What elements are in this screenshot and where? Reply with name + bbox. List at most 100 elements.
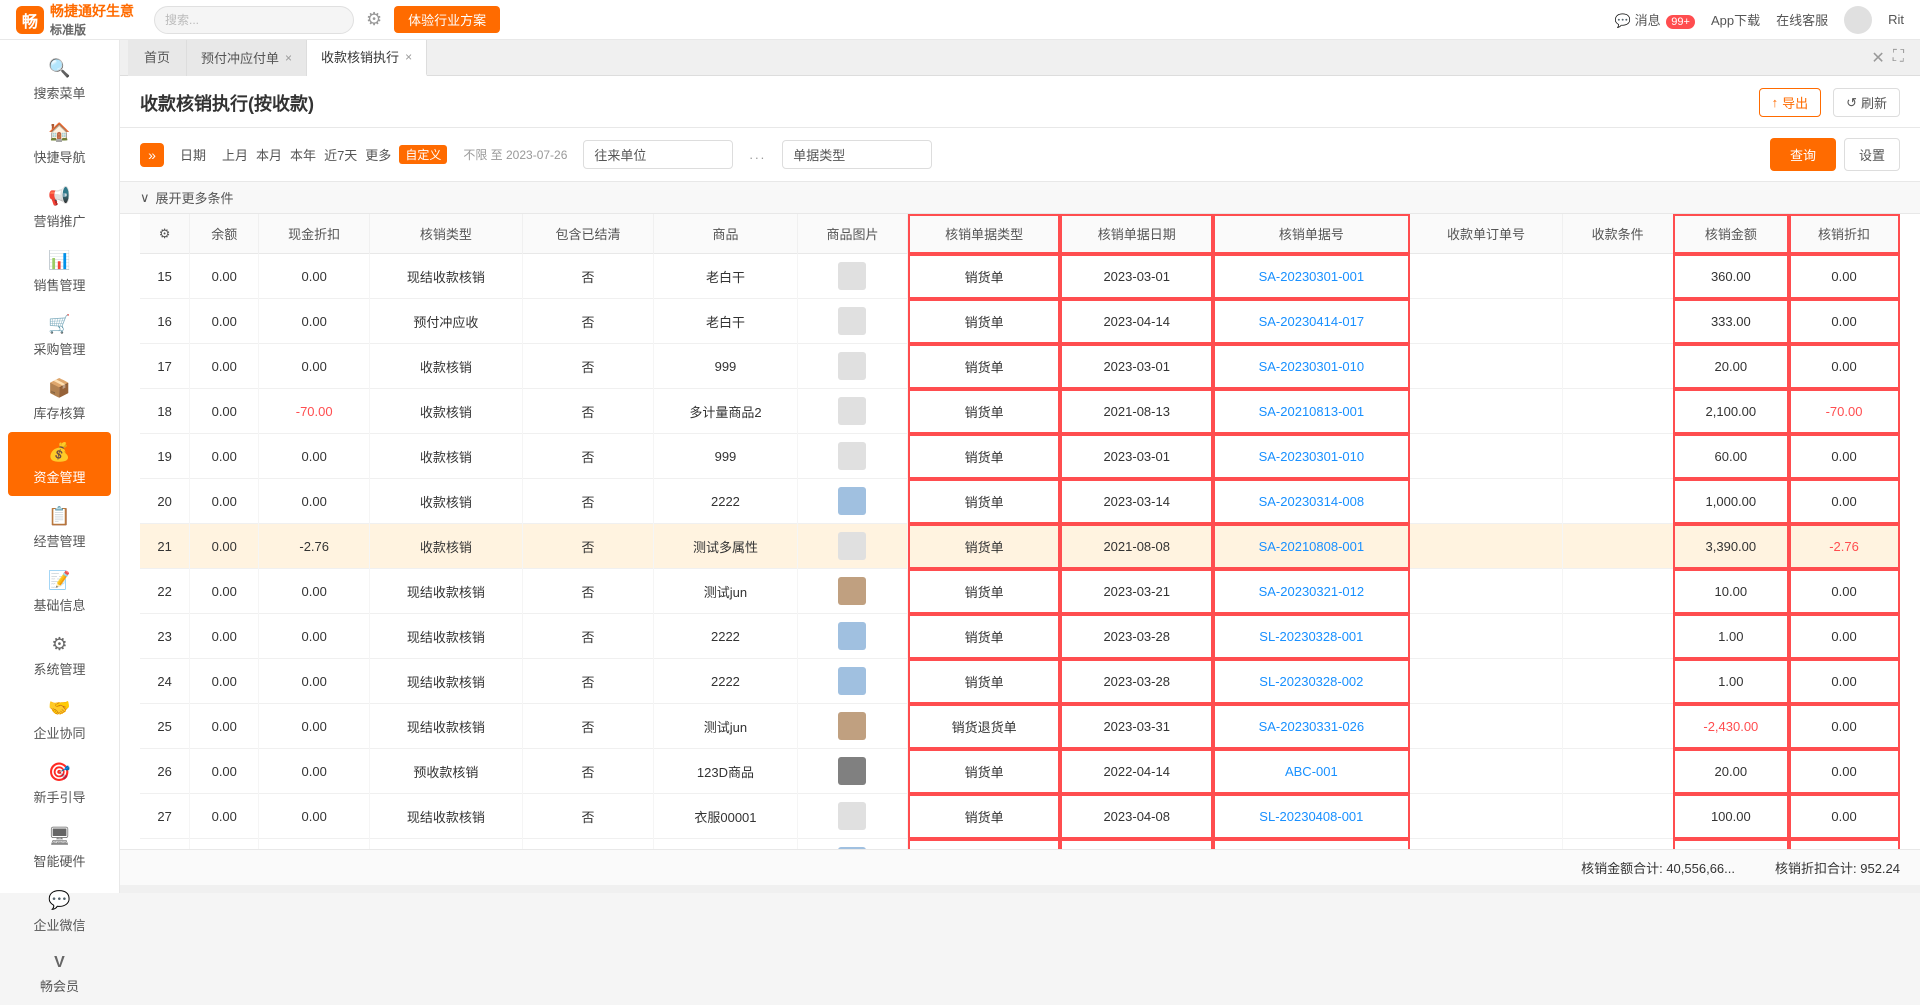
refresh-button[interactable]: ↺ 刷新 [1833, 88, 1900, 117]
cell-amount: 10.00 [1673, 569, 1789, 614]
search-icon: 🔍 [48, 58, 70, 79]
date-last-month[interactable]: 上月 [222, 145, 248, 164]
hardware-icon: 🖥 [48, 826, 71, 847]
filter-settings-button[interactable]: 设置 [1844, 138, 1900, 171]
sidebar-item-finance[interactable]: 💰 资金管理 [8, 432, 111, 496]
filter-expand-button[interactable]: » [140, 143, 164, 167]
sidebar-item-system[interactable]: ⚙ 系统管理 [0, 624, 119, 688]
cell-type: 现结收款核销 [370, 794, 523, 839]
purchase-icon: 🛒 [48, 314, 70, 335]
sidebar-item-inventory[interactable]: 📦 库存核算 [0, 368, 119, 432]
cell-doc-no[interactable]: ABC-001 [1213, 749, 1410, 794]
settings-icon[interactable]: ⚙ [366, 9, 382, 30]
sidebar-item-wechat[interactable]: 💬 企业微信 [0, 880, 119, 944]
sidebar-item-guide[interactable]: 🎯 新手引导 [0, 752, 119, 816]
cell-amount: 2,100.00 [1673, 389, 1789, 434]
expand-more-bar[interactable]: ∨ 展开更多条件 [120, 182, 1920, 214]
cell-order-no [1410, 794, 1563, 839]
from-unit-select[interactable]: 往来单位 [583, 140, 733, 169]
cell-doc-no[interactable]: SA-20230331-026 [1213, 704, 1410, 749]
cell-goods: 测试jun [654, 704, 797, 749]
sidebar-item-sales[interactable]: 📊 销售管理 [0, 240, 119, 304]
date-range: 不限 至 2023-07-26 [463, 146, 567, 163]
tab-prepay[interactable]: 预付冲应付单 × [187, 40, 307, 76]
sidebar-item-quick-nav[interactable]: 🏠 快捷导航 [0, 112, 119, 176]
cell-balance: 0.00 [190, 569, 259, 614]
tab-expand-btn[interactable]: ⛶ [1893, 48, 1904, 68]
cell-doc-date: 2023-03-28 [1060, 614, 1213, 659]
sidebar-item-search[interactable]: 🔍 搜索菜单 [0, 48, 119, 112]
col-settings[interactable]: ⚙ [140, 214, 190, 254]
date-last-7-days[interactable]: 近7天 [324, 145, 357, 164]
cell-doc-no[interactable]: SL-20230418-001 [1213, 839, 1410, 850]
cell-doc-type: 销货单 [908, 569, 1061, 614]
col-order-no-header: 收款单订单号 [1410, 214, 1563, 254]
table-settings-icon[interactable]: ⚙ [159, 226, 171, 241]
cell-goods: 多计量商品2 [654, 389, 797, 434]
horizontal-scrollbar[interactable] [120, 885, 1920, 893]
cell-doc-no[interactable]: SA-20210808-001 [1213, 524, 1410, 569]
cell-settled: 否 [522, 524, 654, 569]
cell-goods-image [797, 659, 908, 704]
export-button[interactable]: ↑ 导出 [1759, 88, 1822, 117]
cell-doc-no[interactable]: SA-20230301-010 [1213, 434, 1410, 479]
cell-doc-no[interactable]: SA-20230321-012 [1213, 569, 1410, 614]
cell-doc-no[interactable]: SA-20230301-001 [1213, 254, 1410, 299]
tab-prepay-close[interactable]: × [285, 51, 292, 65]
content-area: 首页 预付冲应付单 × 收款核销执行 × ✕ ⛶ 收款核销执行(按收款) ↑ [120, 40, 1920, 893]
cell-pay-cond [1562, 299, 1673, 344]
tab-close-all-btn[interactable]: ✕ [1871, 48, 1884, 68]
cell-pay-cond [1562, 254, 1673, 299]
date-this-year[interactable]: 本年 [290, 145, 316, 164]
goods-thumbnail [838, 352, 866, 380]
industry-solution-button[interactable]: 体验行业方案 [394, 6, 500, 33]
cell-doc-no[interactable]: SL-20230328-002 [1213, 659, 1410, 704]
notifications-btn[interactable]: 💬 消息 99+ [1615, 10, 1695, 29]
cell-goods: 老白干 [654, 299, 797, 344]
query-button[interactable]: 查询 [1770, 138, 1836, 171]
cell-doc-type: 销货单 [908, 254, 1061, 299]
sidebar-item-member[interactable]: V 畅会员 [0, 944, 119, 1005]
table-container[interactable]: ⚙ 余额 现金折扣 核销类型 包含已结清 商品 商品图片 核销单据类型 核销单据… [120, 214, 1920, 849]
tab-writeoff[interactable]: 收款核销执行 × [307, 40, 427, 76]
cell-type: 预收款核销 [370, 749, 523, 794]
avatar[interactable] [1844, 6, 1872, 34]
date-custom[interactable]: 自定义 [399, 145, 447, 164]
cell-type: 收款核销 [370, 344, 523, 389]
tab-home[interactable]: 首页 [128, 40, 187, 76]
sidebar-item-hardware[interactable]: 🖥 智能硬件 [0, 816, 119, 880]
table-footer: 核销金额合计: 40,556,66... 核销折扣合计: 952.24 [120, 849, 1920, 885]
sidebar-item-cooperation[interactable]: 🤝 企业协同 [0, 688, 119, 752]
cell-doc-no[interactable]: SA-20210813-001 [1213, 389, 1410, 434]
cell-doc-no[interactable]: SA-20230414-017 [1213, 299, 1410, 344]
col-discount-header: 核销折扣 [1789, 214, 1900, 254]
cell-order-no [1410, 704, 1563, 749]
cell-cash-discount: 0.00 [259, 794, 370, 839]
sidebar-label-hardware: 智能硬件 [33, 851, 85, 870]
sidebar-item-basic-info[interactable]: 📝 基础信息 [0, 560, 119, 624]
page-header: 收款核销执行(按收款) ↑ 导出 ↺ 刷新 [120, 76, 1920, 128]
cell-doc-no[interactable]: SA-20230314-008 [1213, 479, 1410, 524]
tab-writeoff-close[interactable]: × [405, 50, 412, 64]
tab-bar: 首页 预付冲应付单 × 收款核销执行 × ✕ ⛶ [120, 40, 1920, 76]
app-download-btn[interactable]: App下载 [1711, 10, 1760, 29]
sidebar-item-purchase[interactable]: 🛒 采购管理 [0, 304, 119, 368]
sidebar-label-quick-nav: 快捷导航 [33, 147, 85, 166]
cell-doc-no[interactable]: SL-20230328-001 [1213, 614, 1410, 659]
cell-balance: 0.00 [190, 344, 259, 389]
cell-order-no [1410, 344, 1563, 389]
sidebar-item-marketing[interactable]: 📢 营销推广 [0, 176, 119, 240]
cell-doc-no[interactable]: SA-20230301-010 [1213, 344, 1410, 389]
sidebar-item-operations[interactable]: 📋 经营管理 [0, 496, 119, 560]
cell-discount: 0.00 [1789, 344, 1900, 389]
voucher-type-select[interactable]: 单据类型 [782, 140, 932, 169]
cell-order-no [1410, 749, 1563, 794]
main-layout: 🔍 搜索菜单 🏠 快捷导航 📢 营销推广 📊 销售管理 🛒 采购管理 📦 库存核… [0, 40, 1920, 893]
date-more[interactable]: 更多 [365, 145, 391, 164]
cell-discount: 0.00 [1789, 479, 1900, 524]
cell-doc-date: 2023-03-28 [1060, 659, 1213, 704]
date-this-month[interactable]: 本月 [256, 145, 282, 164]
cell-id: 24 [140, 659, 190, 704]
cell-doc-no[interactable]: SL-20230408-001 [1213, 794, 1410, 839]
online-service-btn[interactable]: 在线客服 [1776, 10, 1828, 29]
